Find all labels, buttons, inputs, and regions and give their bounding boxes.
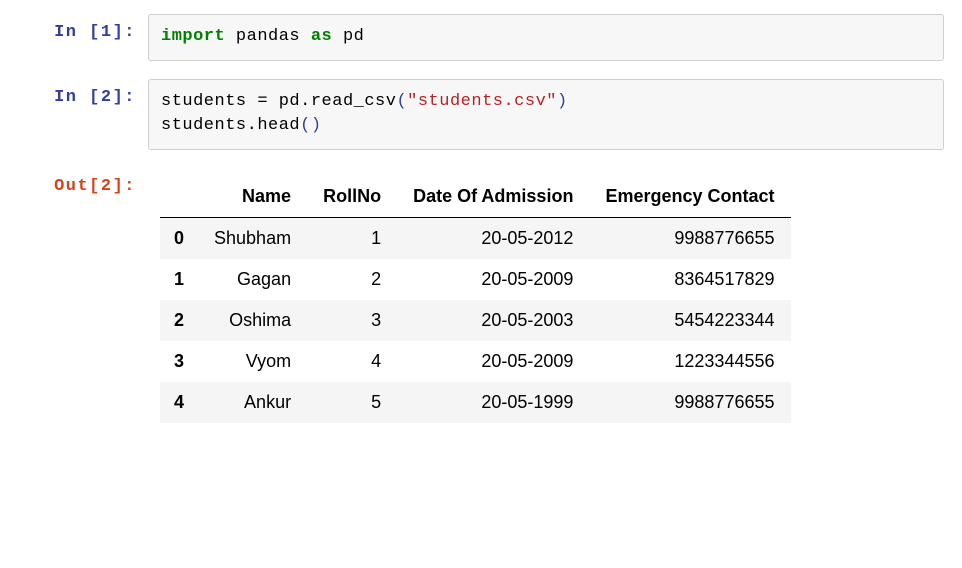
table-row: 3 Vyom 4 20-05-2009 1223344556 xyxy=(160,341,791,382)
table-header-contact: Emergency Contact xyxy=(589,176,790,218)
string-literal: "students.csv" xyxy=(407,92,557,111)
cell-date: 20-05-2009 xyxy=(397,259,589,300)
cell-contact: 8364517829 xyxy=(589,259,790,300)
cell-contact: 5454223344 xyxy=(589,300,790,341)
code-text: students xyxy=(161,92,257,111)
cell-contact: 1223344556 xyxy=(589,341,790,382)
table-row: 4 Ankur 5 20-05-1999 9988776655 xyxy=(160,382,791,423)
keyword-as: as xyxy=(311,27,332,46)
paren: ( xyxy=(396,92,407,111)
code-line: students = pd.read_csv("students.csv") xyxy=(161,90,931,115)
output-area: Name RollNo Date Of Admission Emergency … xyxy=(148,168,944,423)
input-prompt-1: In [1]: xyxy=(0,14,148,42)
cell-name: Vyom xyxy=(198,341,307,382)
keyword-import: import xyxy=(161,27,225,46)
row-index: 2 xyxy=(160,300,198,341)
cell-name: Oshima xyxy=(198,300,307,341)
code-token: import pandas as pd xyxy=(161,27,364,46)
cell-name: Ankur xyxy=(198,382,307,423)
row-index: 1 xyxy=(160,259,198,300)
table-header-name: Name xyxy=(198,176,307,218)
table-row: 1 Gagan 2 20-05-2009 8364517829 xyxy=(160,259,791,300)
table-header-row: Name RollNo Date Of Admission Emergency … xyxy=(160,176,791,218)
dataframe-table: Name RollNo Date Of Admission Emergency … xyxy=(160,176,791,423)
code-text: pd.read_csv xyxy=(268,92,396,111)
cell-contact: 9988776655 xyxy=(589,217,790,259)
table-row: 0 Shubham 1 20-05-2012 9988776655 xyxy=(160,217,791,259)
cell-name: Shubham xyxy=(198,217,307,259)
input-prompt-2: In [2]: xyxy=(0,79,148,107)
code-text: pd xyxy=(332,27,364,46)
code-cell-1: In [1]: import pandas as pd xyxy=(0,14,962,61)
output-cell-2: Out[2]: Name RollNo Date Of Admission Em… xyxy=(0,168,962,423)
output-prompt-2: Out[2]: xyxy=(0,168,148,196)
cell-rollno: 4 xyxy=(307,341,397,382)
code-input-1[interactable]: import pandas as pd xyxy=(148,14,944,61)
paren: ( xyxy=(300,116,311,135)
cell-contact: 9988776655 xyxy=(589,382,790,423)
row-index: 3 xyxy=(160,341,198,382)
table-row: 2 Oshima 3 20-05-2003 5454223344 xyxy=(160,300,791,341)
cell-date: 20-05-2012 xyxy=(397,217,589,259)
cell-rollno: 3 xyxy=(307,300,397,341)
cell-name: Gagan xyxy=(198,259,307,300)
row-index: 4 xyxy=(160,382,198,423)
cell-date: 20-05-2003 xyxy=(397,300,589,341)
cell-date: 20-05-2009 xyxy=(397,341,589,382)
table-header-date: Date Of Admission xyxy=(397,176,589,218)
code-input-2[interactable]: students = pd.read_csv("students.csv") s… xyxy=(148,79,944,150)
operator: = xyxy=(257,92,268,111)
table-header-index xyxy=(160,176,198,218)
cell-rollno: 5 xyxy=(307,382,397,423)
cell-rollno: 2 xyxy=(307,259,397,300)
paren: ) xyxy=(557,92,568,111)
notebook-container: In [1]: import pandas as pd In [2]: stud… xyxy=(0,0,962,437)
code-text: pandas xyxy=(225,27,311,46)
code-line: students.head() xyxy=(161,114,931,139)
cell-rollno: 1 xyxy=(307,217,397,259)
code-text: students.head xyxy=(161,116,300,135)
table-header-rollno: RollNo xyxy=(307,176,397,218)
cell-date: 20-05-1999 xyxy=(397,382,589,423)
paren: ) xyxy=(311,116,322,135)
code-cell-2: In [2]: students = pd.read_csv("students… xyxy=(0,79,962,150)
row-index: 0 xyxy=(160,217,198,259)
